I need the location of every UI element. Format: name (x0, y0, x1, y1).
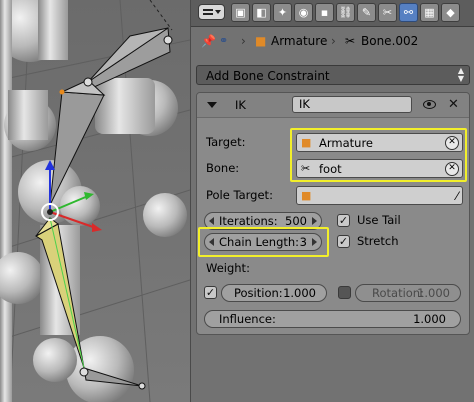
dropdown-arrows-icon: ▲ ▼ (457, 66, 464, 83)
tab-physics[interactable]: ◆ (441, 3, 460, 22)
breadcrumb-separator: › (241, 34, 246, 48)
tab-bone[interactable]: ✂ (378, 3, 397, 22)
highlight-chain-length (198, 227, 329, 257)
properties-editor: ▣ ◧ ✦ ◉ ▪ ⛓ ✎ ✂ ⚯ ▦ ◆ 📌 ⚭ › ■ Armature › ✂ Bone.00… (190, 0, 474, 402)
influence-label: Influence: (219, 312, 276, 326)
pole-target-field[interactable]: ■ ⁄ (296, 186, 463, 205)
eyedropper-icon[interactable]: ⁄ (456, 189, 458, 203)
tab-render-layers[interactable]: ◧ (252, 3, 271, 22)
bone-constraint-icon: ⚯ (403, 6, 414, 19)
camera-icon: ▣ (235, 6, 246, 19)
breadcrumb-object: Armature (271, 34, 328, 48)
breadcrumb-bone: Bone.002 (361, 34, 419, 48)
3d-viewport[interactable] (0, 0, 190, 402)
world-icon: ◉ (298, 6, 309, 19)
decrement-icon[interactable] (209, 217, 214, 225)
breadcrumb: 📌 ⚭ › ■ Armature › ✂ Bone.002 (191, 27, 474, 55)
layers-icon: ◧ (256, 6, 267, 19)
position-checkbox[interactable]: ✓ (204, 286, 217, 299)
bone-label: Bone: (206, 161, 240, 175)
ik-constraint-panel: IK IK ✕ Target: ■ Armature ✕ Bone: ✂ foo… (196, 92, 470, 335)
add-bone-constraint-label: Add Bone Constraint (206, 69, 330, 83)
collapse-triangle-icon[interactable] (207, 102, 217, 108)
iterations-value: 500 (285, 214, 307, 228)
viewport-scene (0, 0, 190, 402)
tab-render[interactable]: ▣ (231, 3, 250, 22)
highlight-target-bone (290, 128, 467, 182)
chain-icon: ⛓ (338, 6, 353, 19)
armature-object-icon: ■ (255, 34, 267, 48)
object-icon: ■ (301, 189, 312, 202)
tab-bone-constraints[interactable]: ⚯ (399, 3, 418, 22)
texture-icon: ▦ (424, 6, 435, 19)
eye-icon[interactable] (423, 100, 436, 109)
target-label: Target: (206, 135, 246, 149)
stretch-checkbox[interactable]: ✓ (337, 235, 350, 248)
tab-scene[interactable]: ✦ (273, 3, 292, 22)
tab-object[interactable]: ▪ (315, 3, 334, 22)
iterations-label: Iterations: (219, 214, 278, 228)
use-tail-checkbox[interactable]: ✓ (337, 214, 350, 227)
wrench-icon: ✎ (361, 6, 372, 19)
close-icon[interactable]: ✕ (448, 97, 459, 112)
object-icon: ▪ (320, 6, 329, 19)
properties-header: ▣ ◧ ✦ ◉ ▪ ⛓ ✎ ✂ ⚯ ▦ ◆ (191, 0, 474, 27)
scene-icon: ✦ (277, 6, 288, 19)
tab-world[interactable]: ◉ (294, 3, 313, 22)
bone-icon: ✂ (382, 6, 393, 19)
add-bone-constraint-button[interactable]: Add Bone Constraint ▲ ▼ (196, 65, 470, 85)
stretch-label: Stretch (357, 234, 399, 248)
rotation-value: 1.000 (417, 286, 450, 300)
influence-field[interactable]: Influence: 1.000 (204, 310, 461, 328)
physics-icon: ◆ (446, 6, 455, 19)
breadcrumb-separator-2: › (331, 34, 336, 48)
tab-constraints[interactable]: ⛓ (336, 3, 355, 22)
position-label: Position: (234, 286, 283, 300)
weight-label: Weight: (206, 261, 250, 275)
position-field[interactable]: Position: 1.000 (221, 284, 327, 302)
editor-type-menu-icon[interactable] (198, 4, 225, 20)
rotation-checkbox[interactable] (338, 286, 351, 299)
influence-value: 1.000 (413, 312, 446, 326)
pole-target-label: Pole Target: (206, 188, 273, 202)
rotation-field[interactable]: Rotation: 1.000 (355, 284, 461, 302)
use-tail-label: Use Tail (357, 213, 401, 227)
tab-texture[interactable]: ▦ (420, 3, 439, 22)
armature-data-icon: ⚭ (219, 34, 229, 47)
pin-icon[interactable]: 📌 (201, 34, 216, 48)
increment-icon[interactable] (312, 217, 317, 225)
tab-modifiers[interactable]: ✎ (357, 3, 376, 22)
constraint-name-field[interactable]: IK (292, 96, 412, 113)
bone-icon: ✂ (345, 34, 356, 48)
constraint-header: IK IK ✕ (197, 93, 469, 118)
constraint-type: IK (235, 98, 246, 112)
position-value: 1.000 (283, 286, 316, 300)
